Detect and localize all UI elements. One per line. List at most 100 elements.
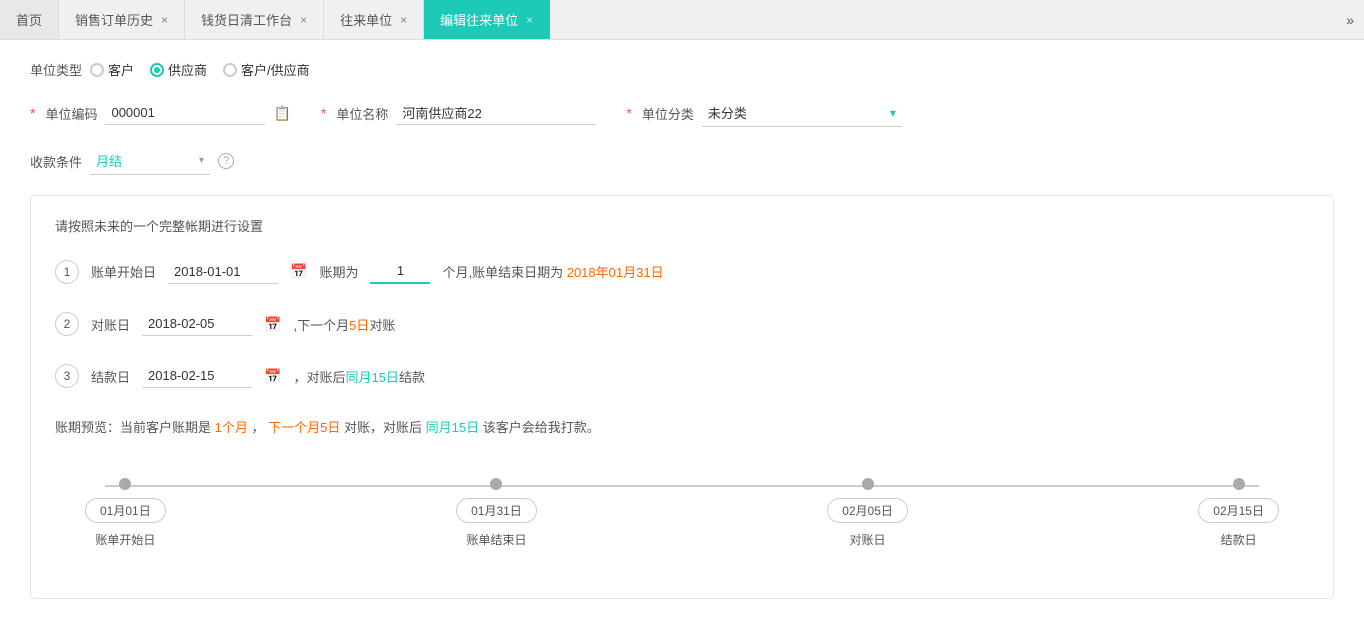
timeline-dot-1 [119, 478, 131, 490]
period-value-input[interactable] [370, 259, 430, 284]
tab-sales-history[interactable]: 销售订单历史 × [59, 0, 185, 39]
timeline-point-3: 02月05日 对账日 [827, 473, 908, 548]
setting-num-1: 1 [55, 260, 79, 284]
period-unit-text: 个月,账单结束日期为 2018年01月31日 [442, 262, 663, 281]
bill-start-label: 账单开始日 [91, 262, 156, 281]
timeline-dot-4 [1233, 478, 1245, 490]
timeline-badge-3: 02月05日 [827, 498, 908, 523]
unit-category-star: * [626, 105, 631, 121]
unit-code-input[interactable] [105, 101, 265, 125]
radio-both-circle [223, 63, 237, 77]
timeline-point-2: 01月31日 账单结束日 [456, 473, 537, 548]
settings-panel: 请按照未来的一个完整帐期进行设置 1 账单开始日 📅 账期为 个月,账单结束日期… [30, 195, 1334, 599]
unit-code-icon[interactable]: 📋 [273, 105, 290, 122]
timeline-badge-1: 01月01日 [85, 498, 166, 523]
tab-more-button[interactable]: » [1336, 0, 1364, 39]
payment-terms-select[interactable]: 月结 ▾ [90, 147, 210, 175]
settlement-label: 结款日 [91, 367, 130, 386]
reconcile-cal-icon[interactable]: 📅 [264, 316, 281, 333]
tab-more-icon: » [1346, 12, 1354, 28]
tab-sales-history-close[interactable]: × [161, 14, 168, 26]
panel-title: 请按照未来的一个完整帐期进行设置 [55, 216, 1309, 235]
tab-partner-units-label: 往来单位 [340, 10, 392, 29]
unit-category-label: 单位分类 [642, 104, 694, 123]
unit-name-input[interactable] [396, 101, 596, 125]
unit-type-radio-group: 客户 供应商 客户/供应商 [90, 60, 310, 79]
unit-code-label: 单位编码 [45, 104, 97, 123]
radio-supplier-circle [150, 63, 164, 77]
reconcile-hint: ,下一个月5日对账 [293, 315, 395, 334]
bill-start-cal-icon[interactable]: 📅 [290, 263, 307, 280]
reconcile-date-input[interactable] [142, 312, 252, 336]
setting-num-2: 2 [55, 312, 79, 336]
timeline-label-1: 账单开始日 [95, 531, 155, 548]
reconcile-label: 对账日 [91, 315, 130, 334]
setting-row-3: 3 结款日 📅 ，对账后同月15日结款 [55, 364, 1309, 388]
timeline-point-4: 02月15日 结款日 [1198, 473, 1279, 548]
preview-part1: 1个月 [215, 420, 248, 435]
radio-supplier-label: 供应商 [168, 60, 207, 79]
radio-both-label: 客户/供应商 [241, 60, 310, 79]
payment-terms-value: 月结 [96, 151, 193, 170]
unit-name-label: 单位名称 [336, 104, 388, 123]
unit-category-group: * 单位分类 未分类 ▾ [626, 99, 901, 127]
setting-row-1: 1 账单开始日 📅 账期为 个月,账单结束日期为 2018年01月31日 [55, 259, 1309, 284]
main-content: 单位类型 客户 供应商 客户/供应商 * 单位编码 [0, 40, 1364, 639]
timeline-badge-2: 01月31日 [456, 498, 537, 523]
settlement-highlight: 同月15日 [345, 370, 398, 385]
timeline-point-1: 01月01日 账单开始日 [85, 473, 166, 548]
unit-category-select[interactable]: 未分类 ▾ [702, 99, 902, 127]
settlement-hint: ，对账后同月15日结款 [293, 367, 425, 386]
tab-cashwork[interactable]: 钱货日清工作台 × [185, 0, 324, 39]
payment-terms-help-icon[interactable]: ? [218, 153, 234, 169]
tab-cashwork-close[interactable]: × [300, 14, 307, 26]
unit-code-group: * 单位编码 📋 [30, 101, 291, 125]
timeline-label-2: 账单结束日 [466, 531, 526, 548]
tab-edit-partner[interactable]: 编辑往来单位 × [424, 0, 550, 39]
radio-supplier[interactable]: 供应商 [150, 60, 207, 79]
unit-category-arrow-icon: ▾ [890, 106, 896, 120]
radio-customer-circle [90, 63, 104, 77]
timeline-badge-4: 02月15日 [1198, 498, 1279, 523]
unit-type-group: 单位类型 客户 供应商 客户/供应商 [30, 60, 310, 79]
period-end-date: 2018年01月31日 [567, 265, 664, 280]
payment-terms-row: 收款条件 月结 ▾ ? [30, 147, 1334, 175]
tab-cashwork-label: 钱货日清工作台 [201, 10, 292, 29]
tab-bar: 首页 销售订单历史 × 钱货日清工作台 × 往来单位 × 编辑往来单位 × » [0, 0, 1364, 40]
unit-code-star: * [30, 105, 35, 121]
setting-row-2: 2 对账日 📅 ,下一个月5日对账 [55, 312, 1309, 336]
reconcile-highlight: 5日 [349, 318, 369, 333]
preview-part2: 下一个月5日 [268, 420, 340, 435]
unit-name-group: * 单位名称 [321, 101, 596, 125]
bill-start-date-input[interactable] [168, 260, 278, 284]
unit-info-row: * 单位编码 📋 * 单位名称 * 单位分类 未分类 ▾ [30, 99, 1334, 127]
settlement-date-input[interactable] [142, 364, 252, 388]
tab-partner-units-close[interactable]: × [400, 14, 407, 26]
tab-partner-units[interactable]: 往来单位 × [324, 0, 424, 39]
unit-name-star: * [321, 105, 326, 121]
unit-type-label: 单位类型 [30, 60, 82, 79]
timeline-label-3: 对账日 [850, 531, 886, 548]
radio-customer-label: 客户 [108, 60, 134, 79]
tab-home-label: 首页 [16, 10, 42, 29]
tab-edit-partner-close[interactable]: × [526, 14, 533, 26]
payment-terms-label: 收款条件 [30, 152, 82, 171]
unit-category-value: 未分类 [708, 103, 884, 122]
timeline: 01月01日 账单开始日 01月31日 账单结束日 02月05日 对账日 02月… [55, 463, 1309, 578]
tab-home[interactable]: 首页 [0, 0, 59, 39]
setting-num-3: 3 [55, 364, 79, 388]
preview-text: 账期预览：当前客户账期是 1个月 ， 下一个月5日 对账，对账后 同月15日 该… [55, 416, 1309, 439]
settlement-cal-icon[interactable]: 📅 [264, 368, 281, 385]
radio-customer[interactable]: 客户 [90, 60, 134, 79]
tab-sales-history-label: 销售订单历史 [75, 10, 153, 29]
period-label-pre: 账期为 [319, 262, 358, 281]
timeline-points: 01月01日 账单开始日 01月31日 账单结束日 02月05日 对账日 02月… [85, 473, 1279, 548]
payment-terms-arrow-icon: ▾ [199, 155, 204, 166]
radio-both[interactable]: 客户/供应商 [223, 60, 310, 79]
timeline-dot-2 [490, 478, 502, 490]
preview-part3: 同月15日 [426, 420, 479, 435]
tab-edit-partner-label: 编辑往来单位 [440, 10, 518, 29]
timeline-dot-3 [862, 478, 874, 490]
payment-terms-group: 收款条件 月结 ▾ ? [30, 147, 234, 175]
unit-type-row: 单位类型 客户 供应商 客户/供应商 [30, 60, 1334, 79]
